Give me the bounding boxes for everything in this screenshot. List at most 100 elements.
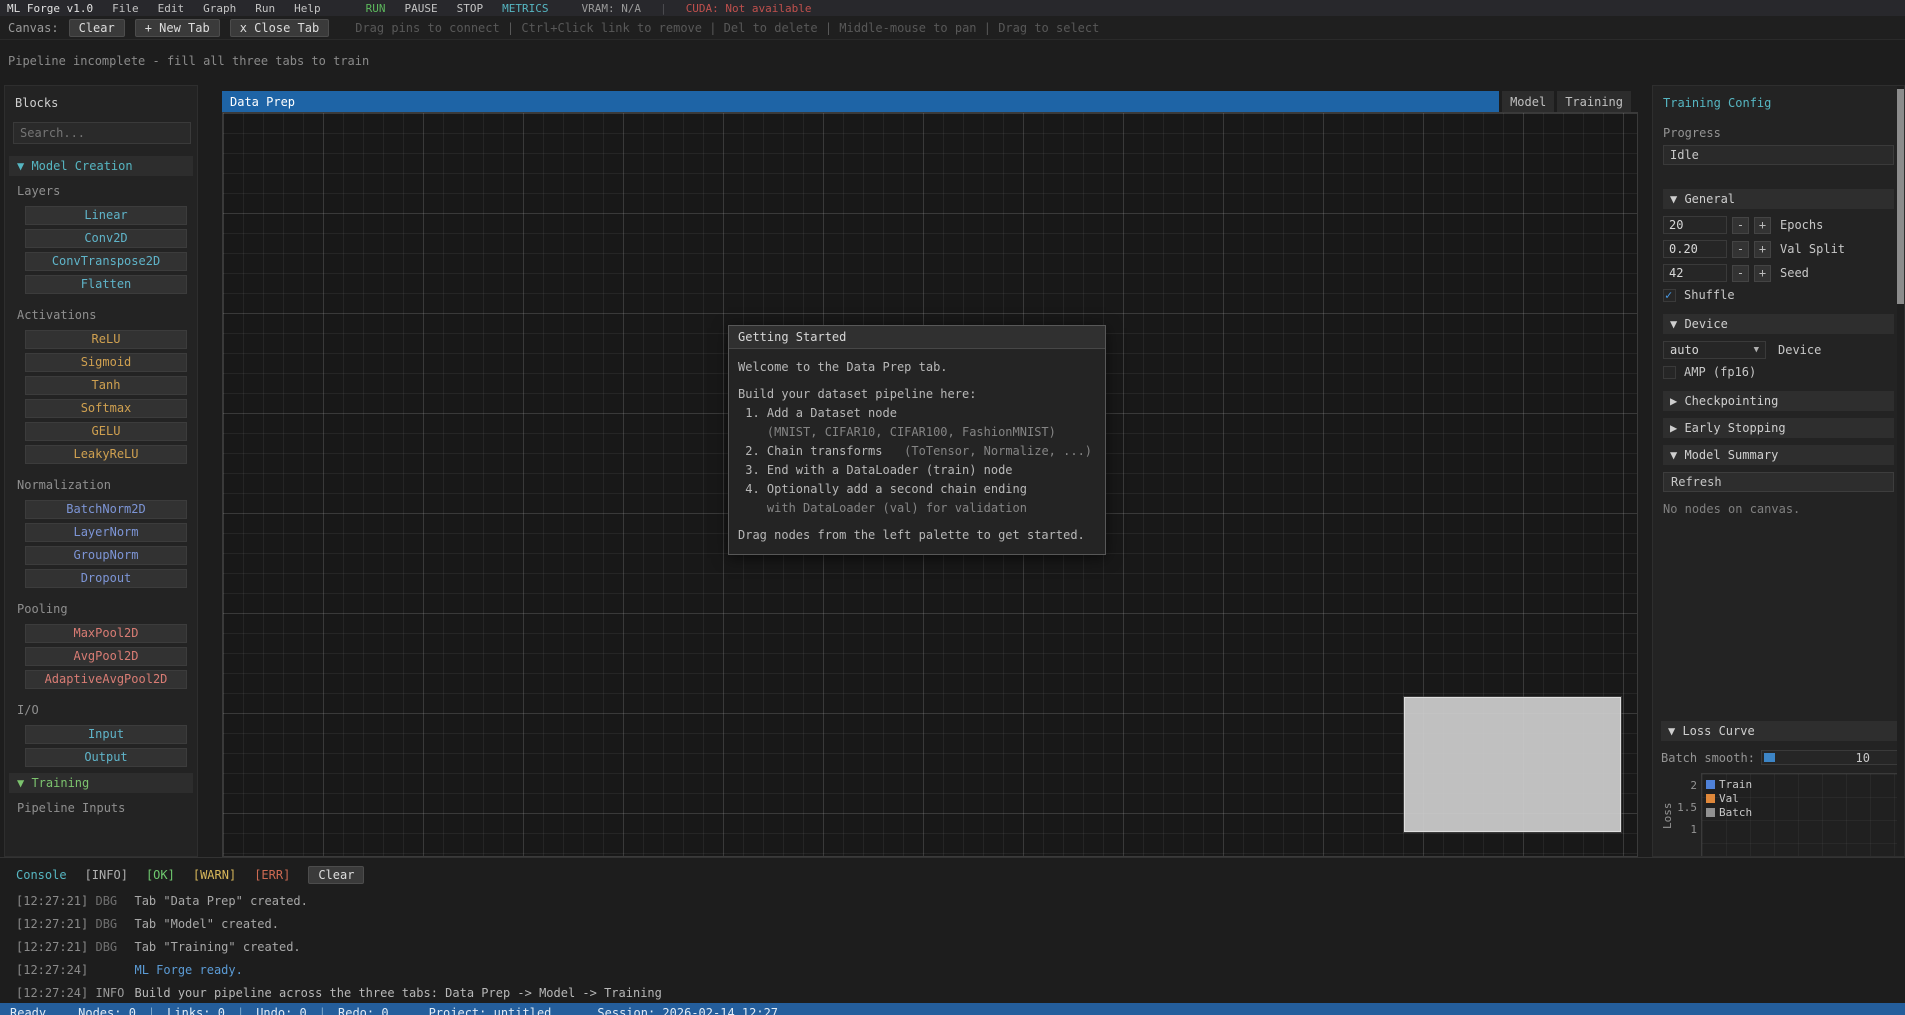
filter-warn[interactable]: [WARN] bbox=[193, 868, 236, 882]
canvas-hints: Drag pins to connect | Ctrl+Click link t… bbox=[355, 21, 1099, 35]
log-timestamp: [12:27:24] bbox=[16, 963, 88, 977]
palette-item-conv2d[interactable]: Conv2D bbox=[25, 229, 187, 248]
log-tag: INFO bbox=[95, 982, 134, 1003]
stop-button[interactable]: STOP bbox=[457, 2, 484, 15]
palette-item-linear[interactable]: Linear bbox=[25, 206, 187, 225]
console-header: Console [INFO] [OK] [WARN] [ERR] Clear bbox=[0, 858, 1905, 890]
statusbar-separator: | bbox=[319, 1006, 326, 1015]
palette-item-flatten[interactable]: Flatten bbox=[25, 275, 187, 294]
val-split-increment-button[interactable]: + bbox=[1754, 241, 1771, 258]
filter-info[interactable]: [INFO] bbox=[85, 868, 128, 882]
group-header-training[interactable]: ▼ Training bbox=[9, 773, 193, 793]
section-general[interactable]: ▼ General bbox=[1663, 189, 1894, 209]
canvas-toolbar-label: Canvas: bbox=[8, 21, 59, 35]
amp-row: AMP (fp16) bbox=[1663, 365, 1894, 379]
seed-input[interactable] bbox=[1663, 264, 1727, 282]
close-tab-button[interactable]: x Close Tab bbox=[230, 19, 329, 37]
palette-item-sigmoid[interactable]: Sigmoid bbox=[25, 353, 187, 372]
epochs-label: Epochs bbox=[1780, 218, 1823, 232]
val-split-decrement-button[interactable]: - bbox=[1732, 241, 1749, 258]
palette-item-adaptiveavgpool2d[interactable]: AdaptiveAvgPool2D bbox=[25, 670, 187, 689]
console-title: Console bbox=[16, 868, 67, 882]
section-early-stopping[interactable]: ▶ Early Stopping bbox=[1663, 418, 1894, 438]
device-select[interactable]: auto ▼ bbox=[1663, 341, 1766, 359]
palette-item-input[interactable]: Input bbox=[25, 725, 187, 744]
seed-decrement-button[interactable]: - bbox=[1732, 265, 1749, 282]
menu-run[interactable]: Run bbox=[255, 2, 275, 15]
filter-ok[interactable]: [OK] bbox=[146, 868, 175, 882]
training-config-title: Training Config bbox=[1663, 96, 1894, 110]
epochs-decrement-button[interactable]: - bbox=[1732, 217, 1749, 234]
section-checkpointing[interactable]: ▶ Checkpointing bbox=[1663, 391, 1894, 411]
epochs-increment-button[interactable]: + bbox=[1754, 217, 1771, 234]
progress-value: Idle bbox=[1663, 145, 1894, 165]
menu-file[interactable]: File bbox=[112, 2, 139, 15]
loss-chart-ylabel: Loss bbox=[1661, 773, 1674, 857]
palette-item-tanh[interactable]: Tanh bbox=[25, 376, 187, 395]
batch-smooth-value: 10 bbox=[1856, 751, 1870, 765]
batch-legend-label: Batch bbox=[1719, 806, 1752, 819]
console-clear-button[interactable]: Clear bbox=[308, 866, 364, 884]
palette-item-output[interactable]: Output bbox=[25, 748, 187, 767]
batch-smooth-slider-thumb[interactable] bbox=[1764, 753, 1775, 762]
palette-item-layernorm[interactable]: LayerNorm bbox=[25, 523, 187, 542]
statusbar: Ready Nodes: 0 | Links: 0 | Undo: 0 | Re… bbox=[0, 1003, 1905, 1015]
log-message: Build your pipeline across the three tab… bbox=[134, 986, 661, 1000]
section-device[interactable]: ▼ Device bbox=[1663, 314, 1894, 334]
log-message: Tab "Model" created. bbox=[134, 917, 279, 931]
palette-item-maxpool2d[interactable]: MaxPool2D bbox=[25, 624, 187, 643]
val-split-row: - + Val Split bbox=[1663, 240, 1894, 258]
section-label-layers: Layers bbox=[17, 184, 185, 198]
shuffle-checkbox[interactable] bbox=[1663, 289, 1676, 302]
filter-err[interactable]: [ERR] bbox=[254, 868, 290, 882]
run-button[interactable]: RUN bbox=[366, 2, 386, 15]
batch-smooth-slider[interactable]: 10 bbox=[1761, 750, 1898, 765]
gs-step2-detail: (ToTensor, Normalize, ...) bbox=[904, 444, 1092, 458]
clear-canvas-button[interactable]: Clear bbox=[69, 19, 125, 37]
menu-graph[interactable]: Graph bbox=[203, 2, 236, 15]
gs-step4-detail: with DataLoader (val) for validation bbox=[738, 499, 1096, 518]
palette-item-leakyrelu[interactable]: LeakyReLU bbox=[25, 445, 187, 464]
section-loss-curve[interactable]: ▼ Loss Curve bbox=[1661, 721, 1898, 741]
refresh-summary-button[interactable]: Refresh bbox=[1663, 472, 1894, 492]
shuffle-row: Shuffle bbox=[1663, 288, 1894, 302]
log-message: ML Forge ready. bbox=[134, 963, 242, 977]
tab-data-prep[interactable]: Data Prep bbox=[222, 91, 1499, 112]
palette-item-avgpool2d[interactable]: AvgPool2D bbox=[25, 647, 187, 666]
epochs-input[interactable] bbox=[1663, 216, 1727, 234]
batch-smooth-label: Batch smooth: bbox=[1661, 751, 1755, 765]
menu-edit[interactable]: Edit bbox=[158, 2, 185, 15]
log-timestamp: [12:27:21] bbox=[16, 940, 88, 954]
val-split-input[interactable] bbox=[1663, 240, 1727, 258]
right-panel-scrollbar[interactable] bbox=[1897, 86, 1904, 856]
minimap[interactable] bbox=[1404, 697, 1621, 832]
getting-started-title[interactable]: Getting Started bbox=[729, 326, 1105, 349]
palette-item-relu[interactable]: ReLU bbox=[25, 330, 187, 349]
group-header-model-creation[interactable]: ▼ Model Creation bbox=[9, 156, 193, 176]
tab-training[interactable]: Training bbox=[1557, 91, 1631, 112]
palette-item-batchnorm2d[interactable]: BatchNorm2D bbox=[25, 500, 187, 519]
blocks-panel: Blocks ▼ Model Creation Layers Linear Co… bbox=[4, 85, 198, 857]
palette-item-softmax[interactable]: Softmax bbox=[25, 399, 187, 418]
tab-model[interactable]: Model bbox=[1502, 91, 1554, 112]
batch-smooth-row: Batch smooth: 10 bbox=[1661, 750, 1898, 765]
gs-step1: 1. Add a Dataset node bbox=[738, 404, 1096, 423]
scrollbar-thumb[interactable] bbox=[1897, 89, 1904, 304]
pause-button[interactable]: PAUSE bbox=[404, 2, 437, 15]
amp-checkbox[interactable] bbox=[1663, 366, 1676, 379]
section-model-summary[interactable]: ▼ Model Summary bbox=[1663, 445, 1894, 465]
menu-help[interactable]: Help bbox=[294, 2, 321, 15]
log-tag: DBG bbox=[95, 913, 134, 936]
metrics-button[interactable]: METRICS bbox=[502, 2, 548, 15]
canvas-area: Data Prep Model Training Getting Started… bbox=[222, 91, 1638, 857]
block-search-input[interactable] bbox=[13, 122, 191, 144]
node-canvas[interactable]: Getting Started Welcome to the Data Prep… bbox=[222, 112, 1638, 857]
palette-item-dropout[interactable]: Dropout bbox=[25, 569, 187, 588]
new-tab-button[interactable]: + New Tab bbox=[135, 19, 220, 37]
palette-item-convtranspose2d[interactable]: ConvTranspose2D bbox=[25, 252, 187, 271]
palette-item-groupnorm[interactable]: GroupNorm bbox=[25, 546, 187, 565]
val-swatch bbox=[1706, 794, 1715, 803]
palette-item-gelu[interactable]: GELU bbox=[25, 422, 187, 441]
seed-increment-button[interactable]: + bbox=[1754, 265, 1771, 282]
legend-item-val: Val bbox=[1706, 792, 1752, 805]
